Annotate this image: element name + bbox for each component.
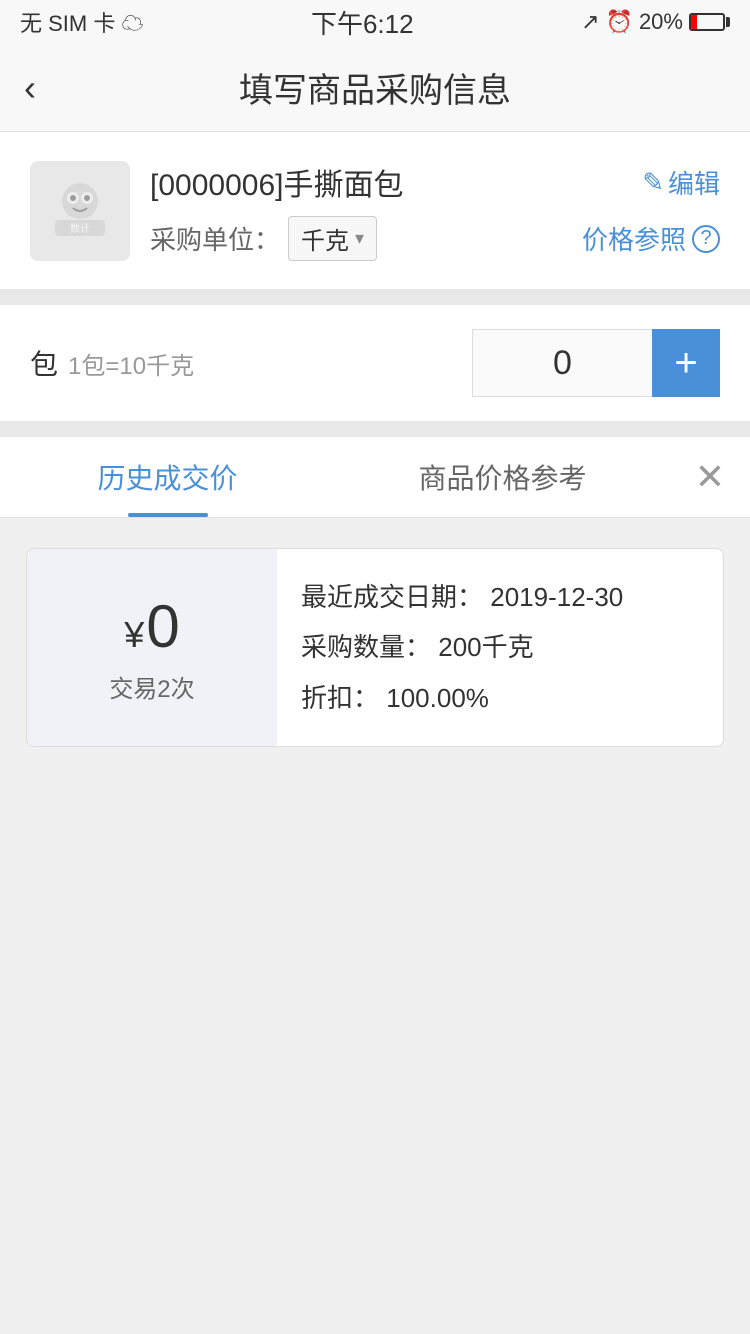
quantity-plus-button[interactable]: + [652,329,720,397]
status-time: 下午6:12 [311,4,414,41]
divider-band-2 [0,421,750,437]
status-left: 无 SIM 卡 ☁ [20,6,143,38]
deal-discount-value: 100.00% [386,683,489,713]
deal-discount-row: 折扣： 100.00% [301,680,699,716]
product-name: [0000006]手撕面包 [150,160,403,204]
deal-quantity-row: 采购数量： 200千克 [301,629,699,665]
deal-quantity-value: 200千克 [438,632,533,662]
quantity-input[interactable] [472,329,652,397]
unit-label: 采购单位： 千克 ▾ [150,216,377,261]
tab-close-button[interactable]: ✕ [670,437,750,517]
price-ref-button[interactable]: 价格参照 ? [582,220,720,257]
quantity-unit-label: 包 [30,343,58,383]
deal-price-display: ¥ 0 [124,592,179,661]
product-info: [0000006]手撕面包 ✎ 编辑 采购单位： 千克 ▾ 价格参照 ? [150,160,720,261]
header: ‹ 填写商品采购信息 [0,44,750,132]
main-content: ¥ 0 交易2次 最近成交日期： 2019-12-30 采购数量： 200千克 … [0,548,750,1148]
svg-text:数计: 数计 [70,222,90,235]
quantity-row: 包 1包=10千克 + [0,305,750,421]
deal-quantity-label: 采购数量： [301,632,431,662]
product-card: 数计 [0000006]手撕面包 ✎ 编辑 采购单位： 千克 ▾ [0,132,750,289]
battery-indicator [689,13,730,31]
divider-band-1 [0,289,750,305]
deal-price-value: 0 [146,592,179,661]
deal-card: ¥ 0 交易2次 最近成交日期： 2019-12-30 采购数量： 200千克 … [26,548,724,747]
status-right: ↗ ⏰ 20% [581,9,730,35]
tab-reference-label: 商品价格参考 [418,457,586,497]
deal-date-value: 2019-12-30 [490,582,623,612]
product-thumbnail: 数计 [30,161,130,261]
tab-reference[interactable]: 商品价格参考 [335,437,670,517]
edit-icon: ✎ [642,167,664,198]
deal-count: 交易2次 [109,669,194,704]
help-icon: ? [692,225,720,253]
quantity-input-group: + [472,329,720,397]
product-thumb-svg: 数计 [45,176,115,246]
page-title: 填写商品采购信息 [239,63,511,112]
unit-select[interactable]: 千克 ▾ [288,216,377,261]
alarm-icon: ⏰ [606,9,633,35]
deal-discount-label: 折扣： [301,683,379,713]
battery-percent: 20% [639,9,683,35]
unit-label-text: 采购单位： [150,220,280,257]
tab-history-label: 历史成交价 [97,457,237,497]
quantity-unit-info: 1包=10千克 [68,346,194,381]
unit-value: 千克 [301,221,349,256]
back-button[interactable]: ‹ [24,67,36,109]
product-name-row: [0000006]手撕面包 ✎ 编辑 [150,160,720,204]
tab-history[interactable]: 历史成交价 [0,437,335,517]
tab-bar: 历史成交价 商品价格参考 ✕ [0,437,750,518]
price-symbol: ¥ [124,614,144,656]
location-icon: ↗ [581,9,599,35]
deal-date-label: 最近成交日期： [301,582,483,612]
edit-label: 编辑 [668,164,720,201]
tab-active-indicator [128,513,208,517]
deal-date-row: 最近成交日期： 2019-12-30 [301,579,699,615]
signal-text: 无 SIM 卡 ☁ [20,6,143,38]
product-unit-row: 采购单位： 千克 ▾ 价格参照 ? [150,216,720,261]
quantity-label: 包 1包=10千克 [30,343,194,383]
product-row: 数计 [0000006]手撕面包 ✎ 编辑 采购单位： 千克 ▾ [30,160,720,261]
deal-detail-section: 最近成交日期： 2019-12-30 采购数量： 200千克 折扣： 100.0… [277,549,723,746]
chevron-down-icon: ▾ [355,228,364,249]
edit-button[interactable]: ✎ 编辑 [642,164,720,201]
status-bar: 无 SIM 卡 ☁ 下午6:12 ↗ ⏰ 20% [0,0,750,44]
deal-price-section: ¥ 0 交易2次 [27,549,277,746]
price-ref-label: 价格参照 [582,220,686,257]
